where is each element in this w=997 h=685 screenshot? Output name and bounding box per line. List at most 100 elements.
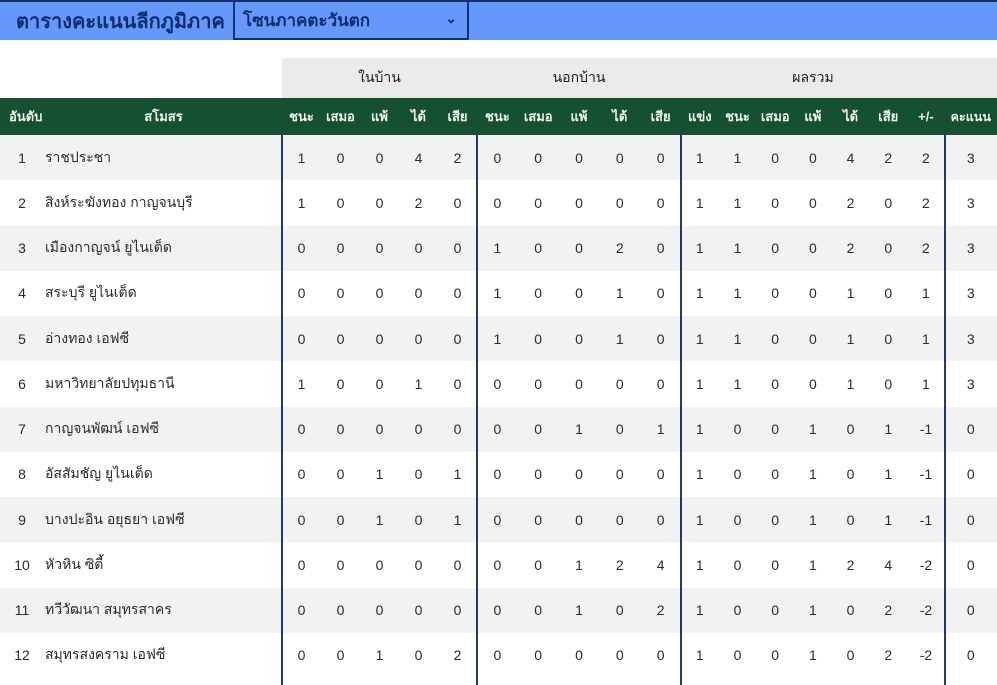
away-stat-0: 0 bbox=[493, 149, 502, 166]
home-stat-2: 0 bbox=[375, 330, 384, 347]
total-stat-2: 0 bbox=[771, 421, 780, 438]
table-row: 3 เมืองกาญจน์ ยูไนเต็ด 0 0 0 0 0 1 0 0 2 0 1 1 0 0 2 0 2 3 bbox=[0, 225, 997, 271]
column-header-total-6: +/- bbox=[918, 109, 934, 124]
total-stat-0: 1 bbox=[695, 375, 704, 392]
points-value: 0 bbox=[966, 556, 975, 573]
club-name: กาญจนพัฒน์ เอฟซี bbox=[45, 420, 159, 437]
total-stat-5: 2 bbox=[884, 149, 893, 166]
home-stat-3: 0 bbox=[414, 466, 423, 483]
rank-value: 6 bbox=[18, 375, 26, 392]
away-stat-4: 2 bbox=[656, 602, 665, 619]
total-stat-0: 1 bbox=[695, 602, 704, 619]
rank-value: 10 bbox=[14, 556, 30, 573]
club-name: มหาวิทยาลัยปทุมธานี bbox=[45, 374, 175, 391]
total-stat-5: 1 bbox=[884, 421, 893, 438]
home-stat-2: 0 bbox=[375, 602, 384, 619]
column-header-points: คะแนน bbox=[950, 109, 991, 124]
points-value: 3 bbox=[966, 330, 975, 347]
points-value: 3 bbox=[966, 149, 975, 166]
away-stat-0: 0 bbox=[493, 466, 502, 483]
column-header-home-3: ได้ bbox=[411, 109, 426, 124]
column-header-away-0: ชนะ bbox=[485, 109, 510, 124]
total-stat-1: 0 bbox=[733, 466, 742, 483]
home-stat-1: 0 bbox=[336, 466, 345, 483]
column-header-total-5: เสีย bbox=[878, 109, 899, 124]
total-stat-0: 1 bbox=[695, 240, 704, 257]
column-header-away-2: แพ้ bbox=[570, 109, 588, 124]
away-stat-3: 0 bbox=[615, 602, 624, 619]
home-stat-4: 0 bbox=[453, 330, 462, 347]
home-stat-3: 1 bbox=[414, 375, 423, 392]
home-stat-1: 0 bbox=[336, 421, 345, 438]
away-stat-4: 0 bbox=[656, 511, 665, 528]
home-stat-3: 0 bbox=[414, 511, 423, 528]
home-stat-4: 0 bbox=[453, 285, 462, 302]
group-header-total: ผลรวม bbox=[792, 69, 834, 85]
total-stat-6: -2 bbox=[919, 556, 933, 573]
away-stat-4: 0 bbox=[656, 647, 665, 664]
column-header-total-3: แพ้ bbox=[804, 109, 822, 124]
zone-select-dropdown[interactable]: โซนภาคตะวันตก ⌄ bbox=[233, 2, 469, 40]
rank-value: 2 bbox=[18, 194, 26, 211]
table-body: 1 ราชประชา 1 0 0 4 2 0 0 0 0 0 1 1 0 0 4 2 2 3 2 สิงห์ระฆังทอ… bbox=[0, 135, 997, 685]
away-stat-0: 0 bbox=[493, 375, 502, 392]
away-stat-4: 1 bbox=[656, 421, 665, 438]
total-stat-1: 0 bbox=[733, 511, 742, 528]
home-stat-4: 2 bbox=[453, 647, 462, 664]
total-stat-5: 0 bbox=[884, 375, 893, 392]
home-stat-2: 0 bbox=[375, 421, 384, 438]
home-stat-2: 1 bbox=[375, 511, 384, 528]
rank-value: 9 bbox=[18, 511, 26, 528]
total-stat-3: 0 bbox=[808, 240, 817, 257]
home-stat-3: 0 bbox=[414, 556, 423, 573]
home-stat-0: 0 bbox=[297, 240, 306, 257]
home-stat-4: 0 bbox=[453, 240, 462, 257]
total-stat-6: 1 bbox=[922, 285, 930, 302]
column-header-away-4: เสีย bbox=[650, 109, 671, 124]
total-stat-5: 2 bbox=[884, 647, 893, 664]
table-row: 9 บางปะอิน อยุธยา เอฟซี 0 0 1 0 1 0 0 0 0 0 1 0 0 1 0 1 -1… bbox=[0, 497, 997, 543]
group-header-zone: ในบ้าน นอกบ้าน ผลรวม bbox=[282, 58, 997, 98]
away-stat-0: 1 bbox=[493, 330, 502, 347]
column-header-total-0: แข่ง bbox=[688, 109, 712, 124]
total-stat-0: 1 bbox=[695, 285, 704, 302]
away-stat-0: 0 bbox=[493, 511, 502, 528]
club-name: สมุทรสงคราม เอฟซี bbox=[45, 646, 166, 663]
away-stat-3: 0 bbox=[615, 375, 624, 392]
home-stat-1: 0 bbox=[336, 285, 345, 302]
rank-value: 3 bbox=[18, 240, 26, 257]
total-stat-4: 0 bbox=[846, 647, 855, 664]
column-header-home-0: ชนะ bbox=[289, 109, 314, 124]
home-stat-3: 0 bbox=[414, 647, 423, 664]
home-stat-1: 0 bbox=[336, 240, 345, 257]
total-stat-4: 2 bbox=[846, 240, 855, 257]
rank-value: 11 bbox=[14, 602, 30, 619]
group-header-band: ในบ้าน นอกบ้าน ผลรวม bbox=[0, 58, 997, 98]
away-stat-1: 0 bbox=[534, 602, 543, 619]
rank-value: 7 bbox=[18, 421, 26, 438]
home-stat-4: 2 bbox=[453, 149, 462, 166]
home-stat-0: 1 bbox=[297, 194, 306, 211]
home-stat-1: 0 bbox=[336, 647, 345, 664]
total-stat-3: 1 bbox=[808, 647, 817, 664]
away-stat-4: 0 bbox=[656, 285, 665, 302]
away-stat-3: 0 bbox=[615, 149, 624, 166]
away-stat-1: 0 bbox=[534, 285, 543, 302]
away-stat-3: 1 bbox=[615, 330, 624, 347]
home-stat-0: 0 bbox=[297, 330, 306, 347]
total-stat-3: 0 bbox=[808, 194, 817, 211]
away-stat-2: 1 bbox=[575, 602, 583, 619]
total-stat-2: 0 bbox=[771, 285, 780, 302]
away-stat-0: 0 bbox=[493, 194, 502, 211]
away-stat-3: 0 bbox=[615, 647, 624, 664]
total-stat-6: 2 bbox=[922, 240, 930, 257]
total-stat-2: 0 bbox=[771, 602, 780, 619]
home-stat-3: 0 bbox=[414, 602, 423, 619]
club-name: อัสสัมชัญ ยูไนเต็ด bbox=[45, 465, 153, 482]
total-stat-5: 0 bbox=[884, 194, 893, 211]
away-stat-3: 1 bbox=[615, 285, 624, 302]
away-stat-2: 0 bbox=[575, 466, 583, 483]
away-stat-4: 0 bbox=[656, 194, 665, 211]
home-stat-2: 1 bbox=[375, 647, 384, 664]
home-stat-2: 0 bbox=[375, 194, 384, 211]
